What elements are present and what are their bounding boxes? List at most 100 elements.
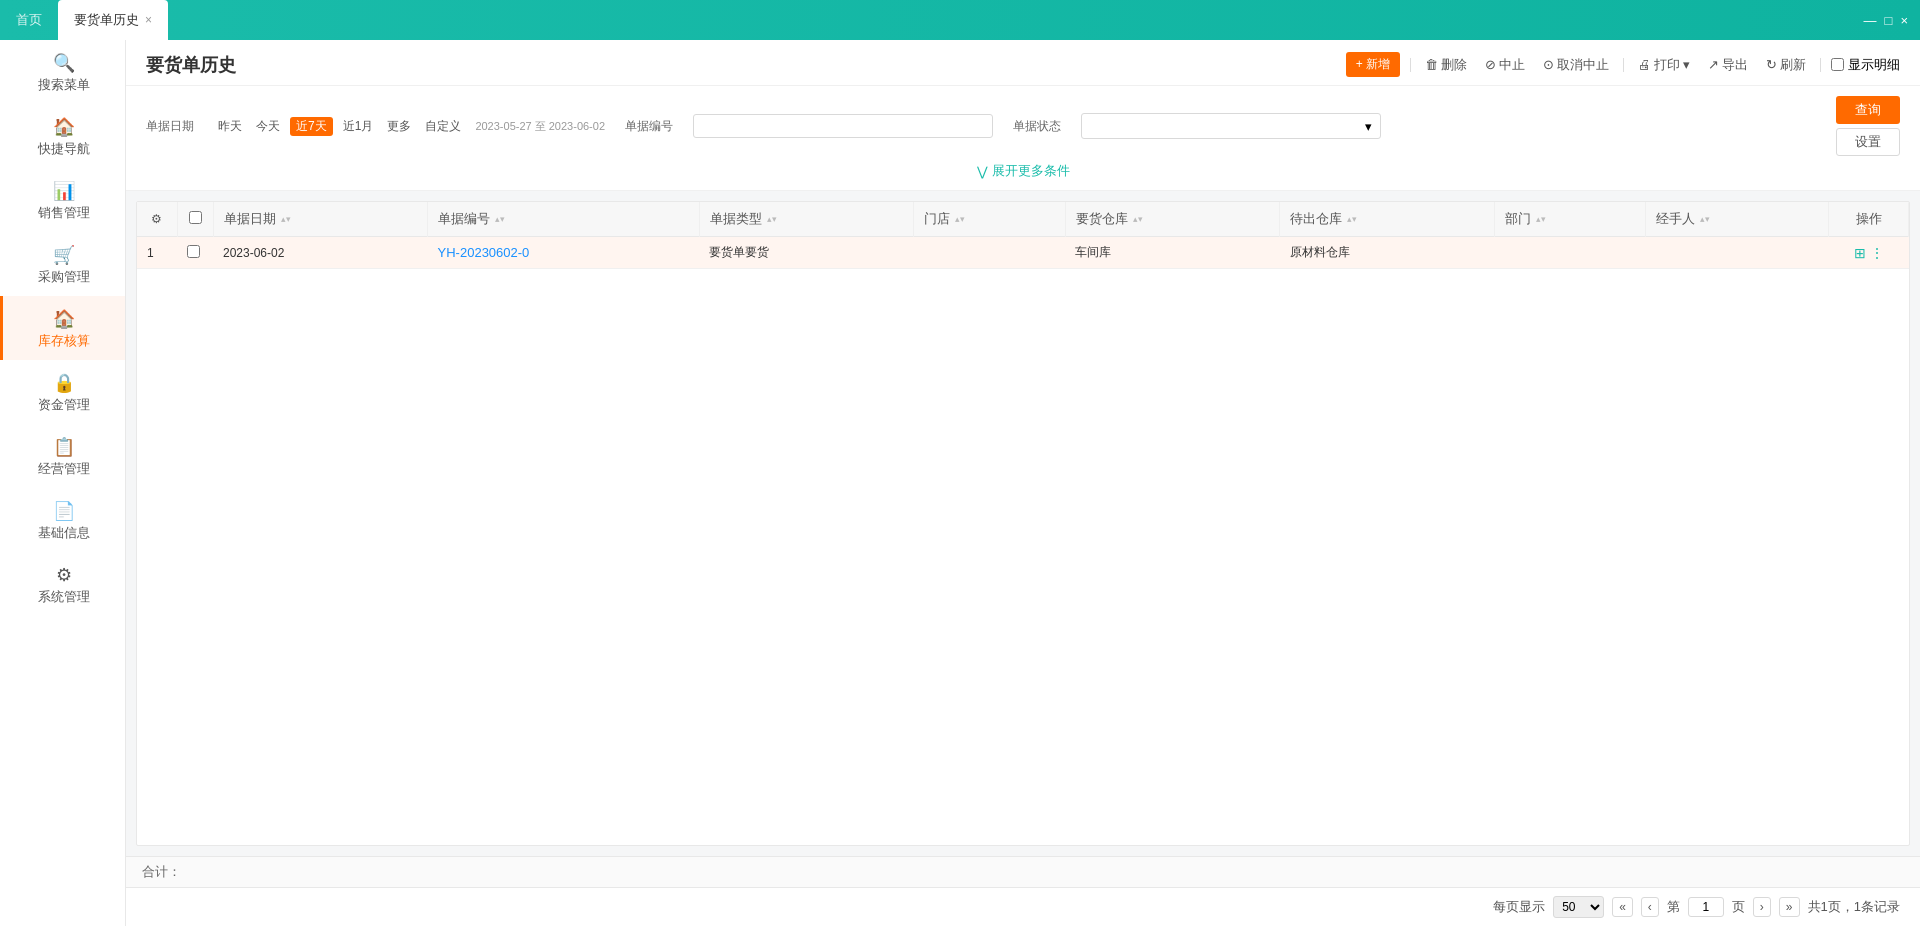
shortcut-today[interactable]: 今天 — [252, 117, 284, 136]
date-shortcuts: 昨天 今天 近7天 近1月 更多 自定义 2023-05-27 至 2023-0… — [214, 117, 605, 136]
td-req-warehouse: 车间库 — [1065, 237, 1280, 269]
status-select[interactable]: ▾ — [1081, 113, 1381, 139]
sort-icon-store: ▴▾ — [955, 215, 965, 224]
th-req-warehouse-label: 要货仓库 — [1076, 211, 1128, 226]
show-detail-label: 显示明细 — [1848, 56, 1900, 74]
operations-icon: 📋 — [53, 438, 75, 456]
th-checkbox — [177, 202, 213, 237]
refresh-button[interactable]: ↻ 刷新 — [1762, 56, 1810, 74]
sort-icon-bill-type: ▴▾ — [767, 215, 777, 224]
filter-row-1: 单据日期 昨天 今天 近7天 近1月 更多 自定义 2023-05-27 至 2… — [146, 96, 1900, 156]
th-ops: 操作 — [1829, 202, 1909, 237]
summary-label: 合计： — [142, 864, 181, 879]
th-bill-type[interactable]: 单据类型 ▴▾ — [699, 202, 914, 237]
select-all-checkbox[interactable] — [189, 211, 202, 224]
sidebar-item-purchase[interactable]: 🛒 采购管理 — [0, 232, 125, 296]
prev-page-button[interactable]: ‹ — [1641, 897, 1659, 917]
th-department-label: 部门 — [1505, 211, 1531, 226]
sort-icon-bill-no: ▴▾ — [495, 215, 505, 224]
page-size-select[interactable]: 20 50 100 — [1553, 896, 1604, 918]
bill-no-link[interactable]: YH-20230602-0 — [438, 245, 530, 260]
divider-3 — [1820, 58, 1821, 72]
cancel-button[interactable]: ⊙ 取消中止 — [1539, 56, 1613, 74]
sidebar-item-operations[interactable]: 📋 经营管理 — [0, 424, 125, 488]
shortcut-custom[interactable]: 自定义 — [421, 117, 465, 136]
row-checkbox[interactable] — [187, 245, 200, 258]
total-info: 共1页，1条记录 — [1808, 898, 1900, 916]
shortcut-7days[interactable]: 近7天 — [290, 117, 333, 136]
tab-home-label: 首页 — [16, 11, 42, 29]
shortcut-more[interactable]: 更多 — [383, 117, 415, 136]
export-button[interactable]: ↗ 导出 — [1704, 56, 1752, 74]
page-size-label: 每页显示 — [1493, 898, 1545, 916]
th-department[interactable]: 部门 ▴▾ — [1494, 202, 1645, 237]
maximize-icon[interactable]: □ — [1885, 13, 1893, 28]
main-layout: 🔍 搜索菜单 🏠 快捷导航 📊 销售管理 🛒 采购管理 🏠 库存核算 🔒 资金管… — [0, 40, 1920, 926]
sidebar-item-label-purchase: 采购管理 — [38, 268, 90, 286]
page-number-input[interactable] — [1688, 897, 1724, 917]
sidebar-item-finance[interactable]: 🔒 资金管理 — [0, 360, 125, 424]
th-handler-label: 经手人 — [1656, 211, 1695, 226]
expand-more-btn[interactable]: ⋁ 展开更多条件 — [146, 162, 1900, 180]
th-bill-no[interactable]: 单据编号 ▴▾ — [428, 202, 700, 237]
tab-bill-history[interactable]: 要货单历史 × — [58, 0, 168, 40]
settings-button[interactable]: 设置 — [1836, 128, 1900, 156]
page-label-before: 第 — [1667, 898, 1680, 916]
toolbar: + 新增 🗑 删除 ⊘ 中止 ⊙ 取消中止 🖨 打印 — [1346, 52, 1900, 77]
th-settings[interactable]: ⚙ — [137, 202, 177, 237]
th-req-warehouse[interactable]: 要货仓库 ▴▾ — [1065, 202, 1280, 237]
td-pending-warehouse: 原材料仓库 — [1280, 237, 1495, 269]
cancel-icon: ⊙ — [1543, 57, 1554, 72]
row-more-icon[interactable]: ⋮ — [1870, 245, 1884, 261]
purchase-icon: 🛒 — [53, 246, 75, 264]
sidebar-item-label-operations: 经营管理 — [38, 460, 90, 478]
quick-nav-icon: 🏠 — [53, 118, 75, 136]
tab-home[interactable]: 首页 — [0, 0, 58, 40]
shortcut-1month[interactable]: 近1月 — [339, 117, 378, 136]
th-pending-warehouse[interactable]: 待出仓库 ▴▾ — [1280, 202, 1495, 237]
page-title: 要货单历史 — [146, 53, 236, 77]
row-edit-icon[interactable]: ⊞ — [1854, 245, 1866, 261]
th-store[interactable]: 门店 ▴▾ — [914, 202, 1065, 237]
th-bill-no-label: 单据编号 — [438, 211, 490, 226]
next-page-button[interactable]: › — [1753, 897, 1771, 917]
sidebar-item-system[interactable]: ⚙ 系统管理 — [0, 552, 125, 616]
minimize-icon[interactable]: — — [1864, 13, 1877, 28]
filter-area: 单据日期 昨天 今天 近7天 近1月 更多 自定义 2023-05-27 至 2… — [126, 86, 1920, 191]
sidebar-item-search-menu[interactable]: 🔍 搜索菜单 — [0, 40, 125, 104]
last-page-button[interactable]: » — [1779, 897, 1800, 917]
th-pending-warehouse-label: 待出仓库 — [1290, 211, 1342, 226]
refresh-icon: ↻ — [1766, 57, 1777, 72]
th-date-label: 单据日期 — [224, 211, 276, 226]
show-detail-checkbox[interactable] — [1831, 58, 1844, 71]
th-handler[interactable]: 经手人 ▴▾ — [1646, 202, 1829, 237]
shortcut-yesterday[interactable]: 昨天 — [214, 117, 246, 136]
show-detail-toggle[interactable]: 显示明细 — [1831, 56, 1900, 74]
sidebar-item-quick-nav[interactable]: 🏠 快捷导航 — [0, 104, 125, 168]
bill-no-input[interactable] — [693, 114, 993, 138]
sidebar-item-inventory[interactable]: 🏠 库存核算 — [0, 296, 125, 360]
tab-bill-history-label: 要货单历史 — [74, 11, 139, 29]
search-menu-icon: 🔍 — [53, 54, 75, 72]
sidebar-item-sales[interactable]: 📊 销售管理 — [0, 168, 125, 232]
new-button[interactable]: + 新增 — [1346, 52, 1400, 77]
sidebar-item-label-search: 搜索菜单 — [38, 76, 90, 94]
th-date[interactable]: 单据日期 ▴▾ — [213, 202, 428, 237]
td-no: 1 — [137, 237, 177, 269]
th-ops-label: 操作 — [1856, 211, 1882, 226]
print-dropdown-icon[interactable]: ▾ — [1683, 57, 1690, 72]
td-bill-no[interactable]: YH-20230602-0 — [428, 237, 700, 269]
divider-1 — [1410, 58, 1411, 72]
close-icon[interactable]: × — [1900, 13, 1908, 28]
system-icon: ⚙ — [56, 566, 72, 584]
expand-more-icon: ⋁ — [977, 164, 988, 179]
delete-button[interactable]: 🗑 删除 — [1421, 56, 1471, 74]
query-button[interactable]: 查询 — [1836, 96, 1900, 124]
print-button[interactable]: 🖨 打印 ▾ — [1634, 56, 1694, 74]
first-page-button[interactable]: « — [1612, 897, 1633, 917]
sidebar-item-basic-info[interactable]: 📄 基础信息 — [0, 488, 125, 552]
stop-button[interactable]: ⊘ 中止 — [1481, 56, 1529, 74]
tab-close-icon[interactable]: × — [145, 13, 152, 27]
top-bar: 首页 要货单历史 × — □ × — [0, 0, 1920, 40]
basic-info-icon: 📄 — [53, 502, 75, 520]
